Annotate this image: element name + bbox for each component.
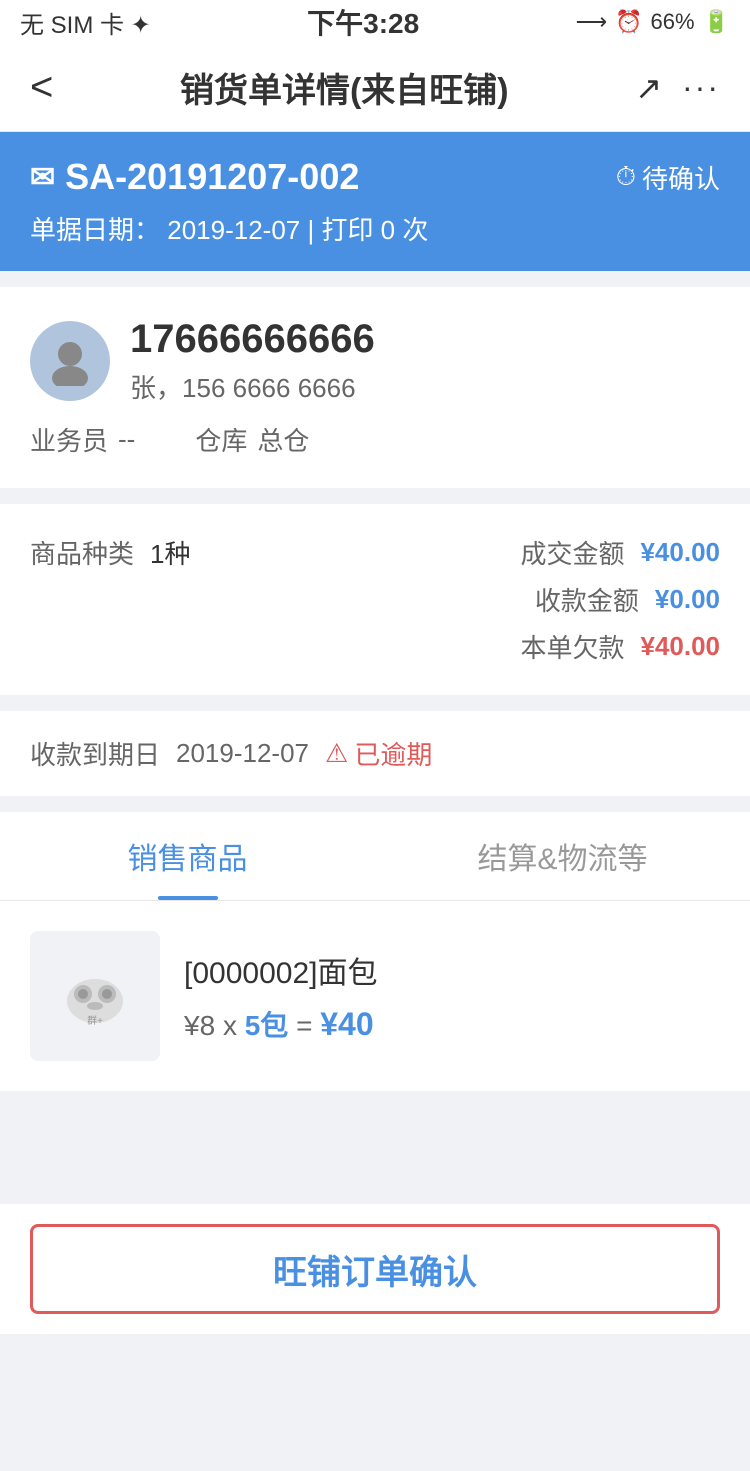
warehouse-value: 总仓 — [257, 421, 309, 458]
product-item: 群+ [0000002]面包 ¥8 x 5包 = ¥40 — [30, 931, 720, 1061]
warning-icon: ⚠ — [325, 738, 348, 769]
customer-meta: 业务员 -- 仓库 总仓 — [30, 421, 720, 458]
due-label: 收款到期日 — [30, 735, 160, 772]
amounts: 成交金额 ¥40.00 收款金额 ¥0.00 本单欠款 ¥40.00 — [520, 534, 720, 665]
received-amount-row: 收款金额 ¥0.00 — [535, 581, 720, 618]
due-date: 2019-12-07 — [176, 738, 309, 769]
battery-icon: 🔋 — [703, 9, 730, 35]
battery-label: 66% — [651, 9, 695, 35]
tab-settlement[interactable]: 结算&物流等 — [375, 812, 750, 900]
product-type-value: 1种 — [150, 534, 190, 571]
sales-value: -- — [118, 424, 135, 455]
warehouse-meta: 仓库 总仓 — [195, 421, 309, 458]
page-title: 销货单详情(来自旺铺) — [180, 63, 509, 112]
bottom-area: 旺铺订单确认 — [0, 1204, 750, 1334]
summary-section: 商品种类 1种 成交金额 ¥40.00 收款金额 ¥0.00 本单欠款 ¥40.… — [0, 504, 750, 695]
tabs-section: 销售商品 结算&物流等 群+ — [0, 812, 750, 1091]
confirm-button[interactable]: 旺铺订单确认 — [30, 1224, 720, 1314]
product-price: ¥8 x 5包 = ¥40 — [184, 1004, 720, 1044]
debt-amount-row: 本单欠款 ¥40.00 — [520, 628, 720, 665]
deal-amount-value: ¥40.00 — [640, 537, 720, 568]
product-details: [0000002]面包 ¥8 x 5包 = ¥40 — [184, 948, 720, 1044]
product-type: 商品种类 1种 — [30, 534, 190, 571]
more-icon[interactable]: ··· — [682, 69, 720, 106]
received-amount-value: ¥0.00 — [655, 584, 720, 615]
overdue-badge: ⚠ 已逾期 — [325, 735, 432, 772]
product-type-label: 商品种类 — [30, 534, 134, 571]
customer-section: 17666666666 张，156 6666 6666 业务员 -- 仓库 总仓 — [0, 287, 750, 488]
nav-bar: < 销货单详情(来自旺铺) ↗ ··· — [0, 44, 750, 132]
product-list: 群+ [0000002]面包 ¥8 x 5包 = ¥40 — [0, 901, 750, 1091]
tab-sales[interactable]: 销售商品 — [0, 812, 375, 900]
alarm-icon: ⏰ — [615, 9, 642, 35]
due-section: 收款到期日 2019-12-07 ⚠ 已逾期 — [0, 711, 750, 796]
debt-amount-value: ¥40.00 — [640, 631, 720, 662]
status-right: ⟶ ⏰ 66% 🔋 — [576, 9, 730, 35]
sales-label: 业务员 — [30, 421, 108, 458]
avatar — [30, 321, 110, 401]
order-date: 单据日期： 2019-12-07 | 打印 0 次 — [30, 210, 720, 247]
order-status: ⏱ 待确认 — [616, 159, 720, 196]
back-button[interactable]: < — [30, 65, 53, 110]
received-amount-label: 收款金额 — [535, 581, 639, 618]
status-time: 下午3:28 — [307, 2, 419, 42]
svg-text:群+: 群+ — [87, 1014, 103, 1026]
sales-meta: 业务员 -- — [30, 421, 135, 458]
header-card: ✉ SA-20191207-002 ⏱ 待确认 单据日期： 2019-12-07… — [0, 132, 750, 271]
debt-amount-label: 本单欠款 — [520, 628, 624, 665]
nav-right: ↗ ··· — [635, 69, 720, 107]
customer-name-phone: 张，156 6666 6666 — [130, 368, 375, 405]
inbox-icon: ✉ — [30, 160, 55, 195]
product-name: [0000002]面包 — [184, 948, 720, 992]
deal-amount-label: 成交金额 — [520, 534, 624, 571]
overdue-label: 已逾期 — [354, 735, 432, 772]
clock-icon: ⏱ — [616, 161, 636, 193]
customer-phone: 17666666666 — [130, 317, 375, 362]
sim-label: 无 SIM 卡 ✦ — [20, 5, 151, 40]
warehouse-label: 仓库 — [195, 421, 247, 458]
status-left: 无 SIM 卡 ✦ — [20, 5, 151, 40]
status-bar: 无 SIM 卡 ✦ 下午3:28 ⟶ ⏰ 66% 🔋 — [0, 0, 750, 44]
location-icon: ⟶ — [576, 9, 608, 35]
share-icon[interactable]: ↗ — [635, 69, 662, 107]
order-id: ✉ SA-20191207-002 — [30, 156, 359, 198]
deal-amount-row: 成交金额 ¥40.00 — [520, 534, 720, 571]
tabs-row: 销售商品 结算&物流等 — [0, 812, 750, 901]
nav-left: < — [30, 65, 53, 110]
product-image: 群+ — [30, 931, 160, 1061]
